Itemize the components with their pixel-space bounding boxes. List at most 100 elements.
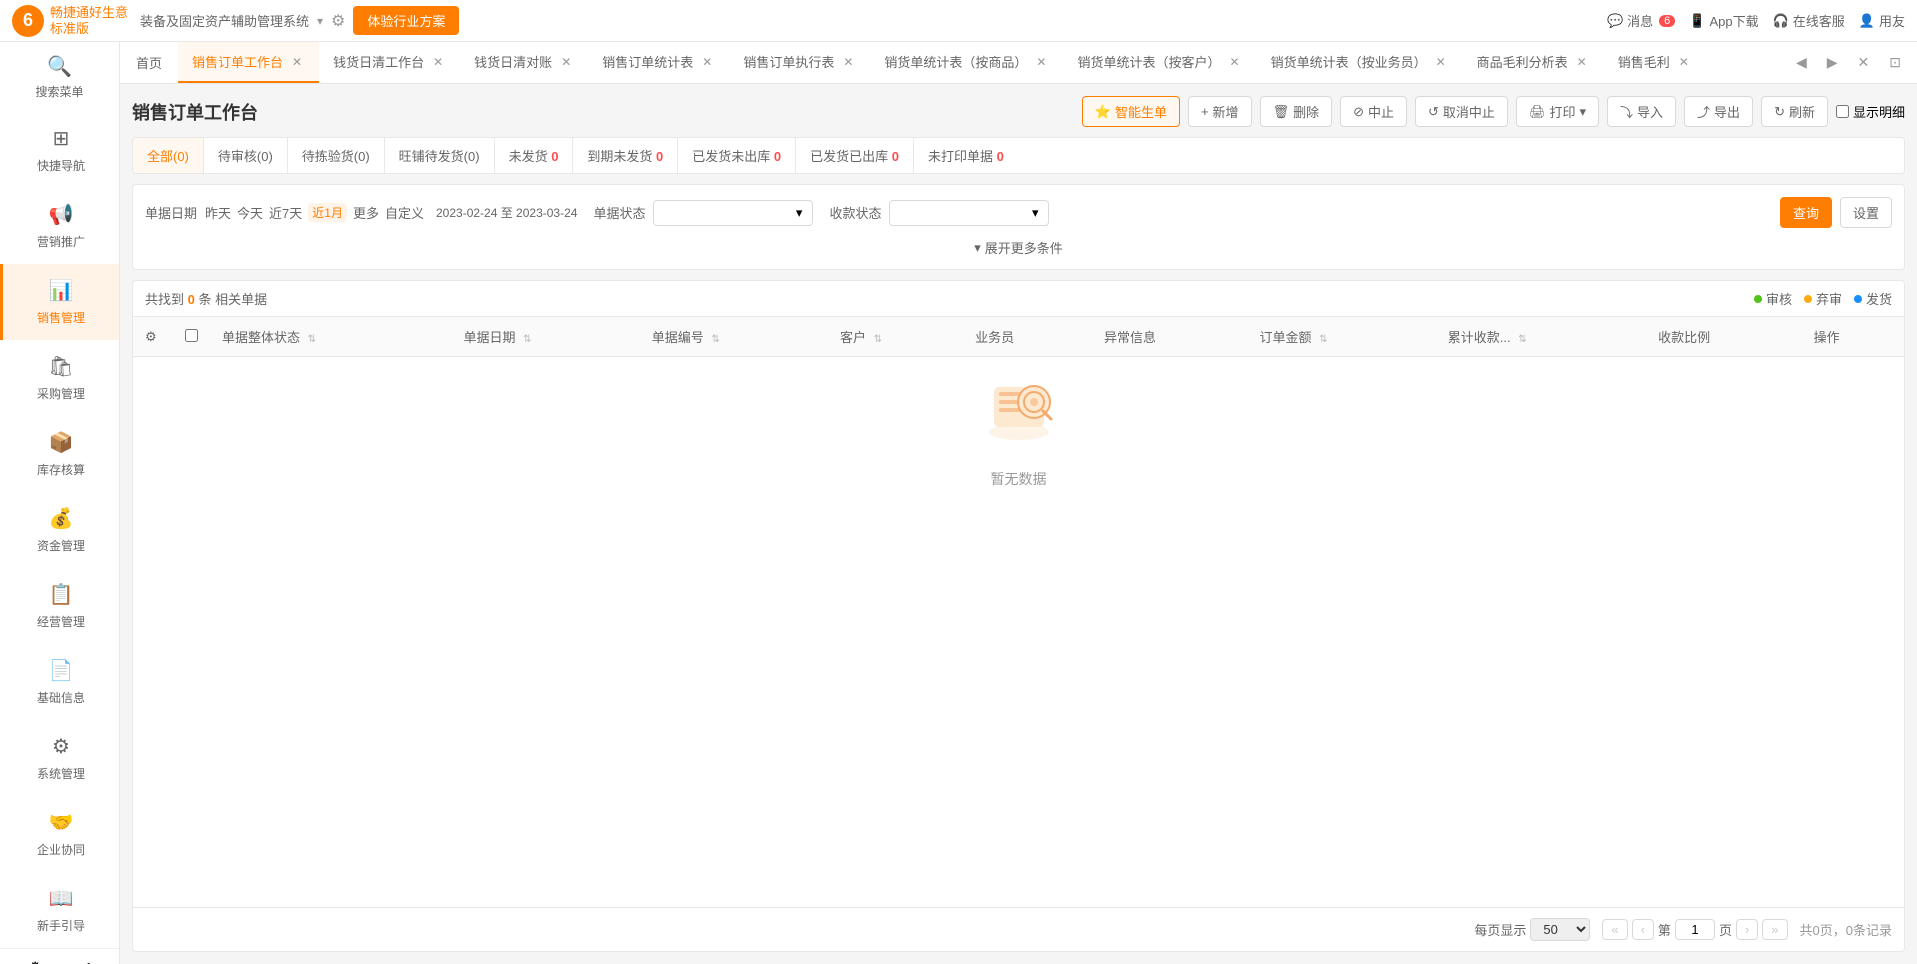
expand-btn[interactable]: ▾ 展开更多条件 bbox=[974, 238, 1063, 257]
date-sort-icon[interactable]: ⇅ bbox=[523, 334, 531, 345]
date-btn-yesterday[interactable]: 昨天 bbox=[205, 203, 231, 222]
tab-home[interactable]: 首页 bbox=[120, 43, 178, 82]
count-prefix: 共找到 bbox=[145, 292, 184, 307]
show-detail-checkbox[interactable]: 显示明细 bbox=[1836, 102, 1905, 121]
tab-close-all-btn[interactable]: ✕ bbox=[1850, 50, 1878, 75]
date-btn-more[interactable]: 更多 bbox=[353, 203, 379, 222]
message-item[interactable]: 💬 消息 6 bbox=[1607, 11, 1675, 30]
tab-sales-customer[interactable]: 销货单统计表（按客户） ✕ bbox=[1063, 42, 1256, 83]
column-settings-icon[interactable]: ⚙ bbox=[145, 329, 157, 344]
tab-sales-stats[interactable]: 销售订单统计表 ✕ bbox=[588, 42, 729, 83]
filter-tab-unprinted[interactable]: 未打印单据 0 bbox=[914, 138, 1018, 173]
sidebar-search[interactable]: 🔍 搜索菜单 bbox=[0, 42, 119, 112]
date-btn-7days[interactable]: 近7天 bbox=[269, 203, 302, 222]
filter-tab-wangpu[interactable]: 旺铺待发货(0) bbox=[385, 138, 495, 173]
print-button[interactable]: 🖨 打印 ▾ bbox=[1516, 96, 1599, 127]
received-sort-icon[interactable]: ⇅ bbox=[1518, 334, 1526, 345]
refresh-button[interactable]: ↻ 刷新 bbox=[1761, 96, 1828, 127]
tab-margin-close[interactable]: ✕ bbox=[1574, 54, 1590, 70]
app-download-item[interactable]: 📱 App下载 bbox=[1689, 11, 1758, 30]
industry-button[interactable]: 体验行业方案 bbox=[353, 6, 459, 35]
sidebar-item-sales[interactable]: 📊 销售管理 bbox=[0, 264, 119, 340]
filter-tab-shipped-out[interactable]: 已发货已出库 0 bbox=[796, 138, 914, 173]
date-btn-month[interactable]: 近1月 bbox=[308, 203, 347, 222]
tab-sales-margin[interactable]: 销售毛利 ✕ bbox=[1604, 42, 1706, 83]
number-sort-icon[interactable]: ⇅ bbox=[711, 334, 719, 345]
filter-tab-unshipped[interactable]: 未发货 0 bbox=[495, 138, 574, 173]
date-btn-custom[interactable]: 自定义 bbox=[385, 203, 424, 222]
tab-sales-exec[interactable]: 销售订单执行表 ✕ bbox=[729, 42, 870, 83]
prev-page-btn[interactable]: ‹ bbox=[1632, 919, 1654, 940]
ship-action-btn[interactable]: 发货 bbox=[1854, 289, 1892, 308]
sidebar-item-basic[interactable]: 📄 基础信息 bbox=[0, 644, 119, 720]
tab-cashflow-close[interactable]: ✕ bbox=[430, 54, 446, 70]
page-header-actions: ⭐ 智能生单 + 新增 🗑 删除 ⊘ 中止 bbox=[1082, 96, 1905, 127]
page-size-dropdown[interactable]: 50 100 200 bbox=[1530, 918, 1590, 941]
system-chevron-icon[interactable]: ▾ bbox=[317, 14, 323, 28]
topbar-settings-icon[interactable]: ⚙ bbox=[331, 11, 345, 31]
add-button[interactable]: + 新增 bbox=[1188, 96, 1252, 127]
tab-sales-customer-close[interactable]: ✕ bbox=[1227, 54, 1243, 70]
tab-reconcile-close[interactable]: ✕ bbox=[558, 54, 574, 70]
sidebar-item-operations[interactable]: 📋 经营管理 bbox=[0, 568, 119, 644]
next-page-btn[interactable]: › bbox=[1736, 919, 1758, 940]
show-detail-input[interactable] bbox=[1836, 105, 1849, 118]
sidebar-item-inventory[interactable]: 📦 库存核算 bbox=[0, 416, 119, 492]
smart-gen-button[interactable]: ⭐ 智能生单 bbox=[1082, 96, 1180, 127]
page-number-input[interactable] bbox=[1675, 919, 1715, 940]
tab-cashflow[interactable]: 钱货日清工作台 ✕ bbox=[319, 42, 460, 83]
filter-row-expand: ▾ 展开更多条件 bbox=[145, 238, 1892, 257]
cancel-action-btn[interactable]: 弃审 bbox=[1804, 289, 1842, 308]
filter-tab-overdue-unshipped[interactable]: 到期未发货 0 bbox=[573, 138, 678, 173]
tab-next-btn[interactable]: ▶ bbox=[1819, 50, 1846, 75]
date-btn-today[interactable]: 今天 bbox=[237, 203, 263, 222]
payment-select[interactable]: ▾ bbox=[889, 200, 1049, 226]
sidebar-item-nav[interactable]: ⊞ 快捷导航 bbox=[0, 112, 119, 188]
amount-sort-icon[interactable]: ⇅ bbox=[1319, 334, 1327, 345]
sidebar-collab-label: 企业协同 bbox=[37, 841, 85, 858]
sidebar-item-guide[interactable]: 📖 新手引导 bbox=[0, 872, 119, 948]
logo-icon: 6 bbox=[12, 5, 44, 37]
tab-sales-workbench[interactable]: 销售订单工作台 ✕ bbox=[178, 42, 319, 83]
tab-sales-agent[interactable]: 销货单统计表（按业务员） ✕ bbox=[1257, 42, 1463, 83]
status-sort-icon[interactable]: ⇅ bbox=[308, 334, 316, 345]
sidebar-item-system[interactable]: ⚙ 系统管理 bbox=[0, 720, 119, 796]
query-button[interactable]: 查询 bbox=[1780, 197, 1832, 228]
stop-button[interactable]: ⊘ 中止 bbox=[1340, 96, 1407, 127]
tab-prev-btn[interactable]: ◀ bbox=[1788, 50, 1815, 75]
status-select[interactable]: ▾ bbox=[653, 200, 813, 226]
delete-button[interactable]: 🗑 删除 bbox=[1260, 96, 1333, 127]
tab-sales-stats-close[interactable]: ✕ bbox=[699, 54, 715, 70]
tab-sales-product[interactable]: 销货单统计表（按商品） ✕ bbox=[870, 42, 1063, 83]
tab-reconcile[interactable]: 钱货日清对账 ✕ bbox=[460, 42, 588, 83]
tab-sales-agent-close[interactable]: ✕ bbox=[1433, 54, 1449, 70]
sidebar-item-marketing[interactable]: 📢 营销推广 bbox=[0, 188, 119, 264]
import-button[interactable]: ⤵ 导入 bbox=[1607, 96, 1676, 127]
customer-sort-icon[interactable]: ⇅ bbox=[874, 334, 882, 345]
filter-tab-pending-review[interactable]: 待审核(0) bbox=[204, 138, 288, 173]
sidebar-item-purchase[interactable]: 🛍 采购管理 bbox=[0, 340, 119, 416]
sidebar-item-finance[interactable]: 💰 资金管理 bbox=[0, 492, 119, 568]
tab-sales-exec-close[interactable]: ✕ bbox=[840, 54, 856, 70]
review-action-btn[interactable]: 审核 bbox=[1754, 289, 1792, 308]
tab-margin[interactable]: 商品毛利分析表 ✕ bbox=[1463, 42, 1604, 83]
sidebar-collapse-icon[interactable]: ◀ bbox=[80, 959, 90, 964]
sidebar-item-collab[interactable]: 🤝 企业协同 bbox=[0, 796, 119, 872]
tab-sales-product-close[interactable]: ✕ bbox=[1033, 54, 1049, 70]
tab-sales-workbench-close[interactable]: ✕ bbox=[289, 54, 305, 70]
online-service-item[interactable]: 🎧 在线客服 bbox=[1773, 11, 1845, 30]
filter-tab-shipped-not-out[interactable]: 已发货未出库 0 bbox=[678, 138, 796, 173]
tab-sales-margin-close[interactable]: ✕ bbox=[1676, 54, 1692, 70]
user-item[interactable]: 👤 用友 bbox=[1859, 11, 1905, 30]
filter-tab-all[interactable]: 全部(0) bbox=[133, 138, 204, 173]
page-label: 第 bbox=[1658, 920, 1671, 939]
select-all-checkbox[interactable] bbox=[185, 329, 198, 342]
cancel-stop-button[interactable]: ↺ 取消中止 bbox=[1415, 96, 1508, 127]
last-page-btn[interactable]: » bbox=[1762, 919, 1787, 940]
filter-settings-button[interactable]: 设置 bbox=[1840, 197, 1892, 228]
sidebar-settings-icon[interactable]: ⚙ bbox=[29, 959, 41, 964]
first-page-btn[interactable]: « bbox=[1602, 919, 1627, 940]
export-button[interactable]: ⤴ 导出 bbox=[1684, 96, 1753, 127]
tab-expand-btn[interactable]: ⊡ bbox=[1881, 50, 1909, 75]
filter-tab-pending-check[interactable]: 待拣验货(0) bbox=[288, 138, 385, 173]
